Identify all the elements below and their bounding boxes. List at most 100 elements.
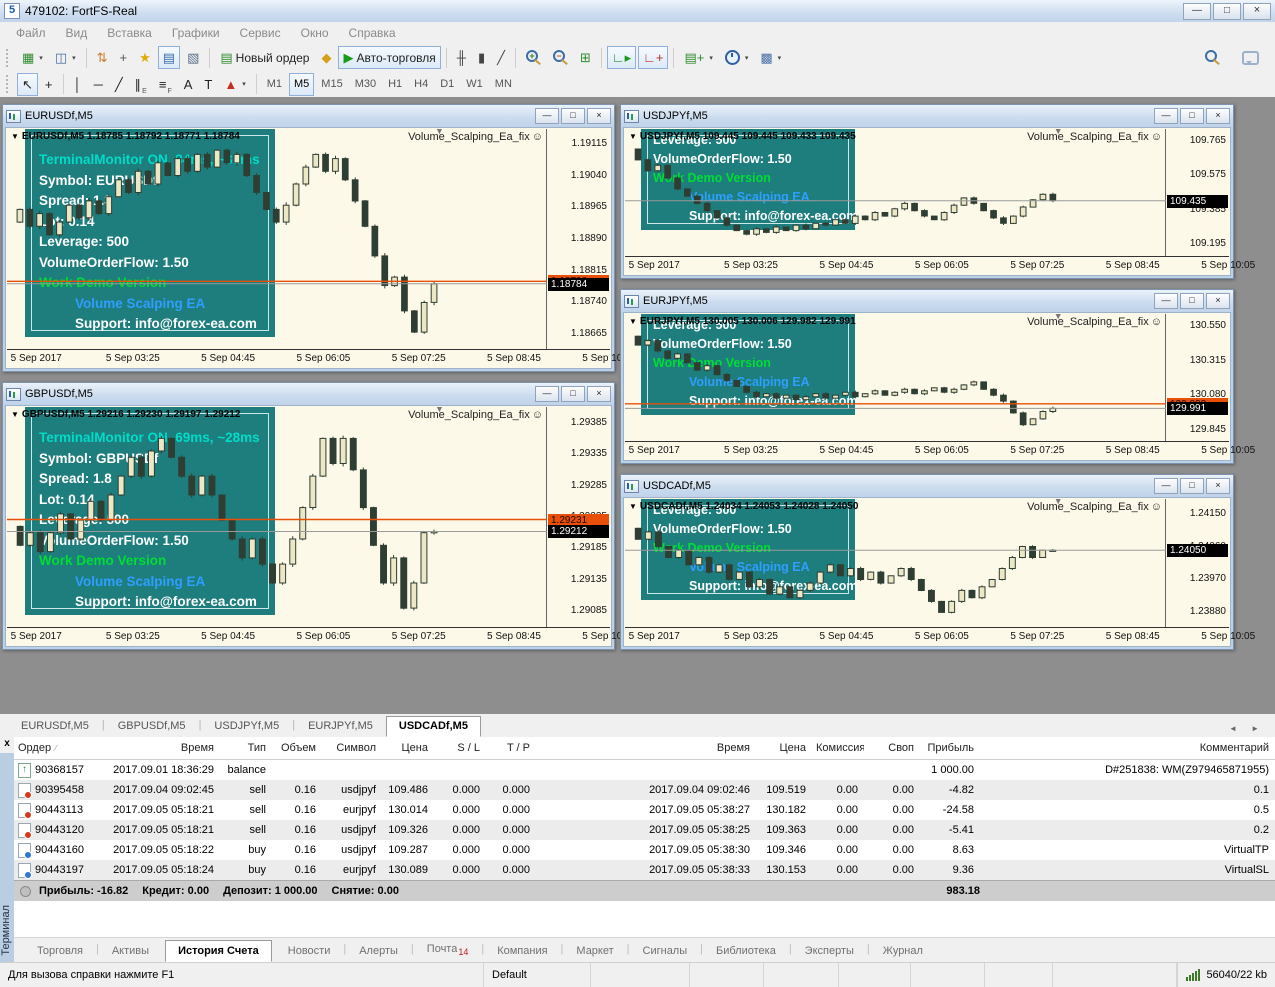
- history-table-row[interactable]: 90443113 2017.09.05 05:18:21 sell 0.16 eurjp…: [14, 800, 1275, 820]
- zoom-out-button[interactable]: −: [548, 46, 573, 69]
- terminal-tab-8[interactable]: Маркет: [563, 940, 626, 962]
- timeframe-D1-button[interactable]: D1: [435, 73, 459, 96]
- terminal-tab-12[interactable]: Журнал: [870, 940, 936, 962]
- history-table-row[interactable]: 90395458 2017.09.04 09:02:45 sell 0.16 usdjp…: [14, 780, 1275, 800]
- time-axis[interactable]: 5 Sep 2017 5 Sep 03:25 5 Sep 04:45 5 Sep 06…: [7, 627, 636, 645]
- chart-tab-USDCADfM5[interactable]: USDCADf,M5: [385, 716, 481, 737]
- templates-button[interactable]: ▩ ▾: [755, 46, 786, 69]
- app-titlebar[interactable]: 5 479102: FortFS-Real — □ ×: [0, 0, 1275, 23]
- column-header-13[interactable]: Комментарий: [980, 737, 1275, 759]
- price-axis[interactable]: 1.241501.240601.239701.238801.24050: [1165, 499, 1229, 627]
- text-label-button[interactable]: T: [199, 73, 217, 96]
- horizontal-line-button[interactable]: ─: [89, 73, 108, 96]
- column-header-5[interactable]: Цена: [382, 737, 434, 759]
- dropdown-arrow-icon[interactable]: ▾: [709, 54, 713, 62]
- autotrading-button[interactable]: ▶ Авто-торговля: [338, 46, 441, 69]
- ea-smiley-icon[interactable]: ☺: [532, 409, 543, 421]
- timeframe-H1-button[interactable]: H1: [383, 73, 407, 96]
- chart-tab-GBPUSDfM5[interactable]: GBPUSDf,M5: [105, 716, 199, 737]
- text-button[interactable]: A: [179, 73, 198, 96]
- time-axis[interactable]: 5 Sep 2017 5 Sep 03:25 5 Sep 04:45 5 Sep 06…: [625, 627, 1255, 645]
- candlestick-mode-button[interactable]: ▮: [473, 46, 490, 69]
- chart-tab-EURUSDfM5[interactable]: EURUSDf,M5: [8, 716, 102, 737]
- chart-plot-area[interactable]: TerminalMonitor ON, 69ms, ~28ms Symbol: G…: [7, 407, 547, 627]
- app-minimize-button[interactable]: —: [1183, 2, 1211, 20]
- toolbar-grip[interactable]: [6, 75, 12, 93]
- menu-Сервис[interactable]: Сервис: [230, 23, 291, 43]
- menu-Файл[interactable]: Файл: [6, 23, 56, 43]
- time-axis[interactable]: 5 Sep 2017 5 Sep 03:25 5 Sep 04:45 5 Sep 06…: [7, 349, 636, 367]
- line-chart-mode-button[interactable]: ╱: [492, 46, 510, 69]
- terminal-button[interactable]: ▤: [157, 46, 181, 69]
- column-header-9[interactable]: Цена: [756, 737, 812, 759]
- column-header-2[interactable]: Тип: [220, 737, 272, 759]
- equidistant-channel-button[interactable]: ∥ E: [130, 73, 152, 96]
- dropdown-arrow-icon[interactable]: ▾: [72, 54, 76, 62]
- chat-button[interactable]: [1237, 46, 1264, 69]
- app-maximize-button[interactable]: □: [1213, 2, 1241, 20]
- timeframe-M30-button[interactable]: M30: [350, 73, 381, 96]
- chart-close-button[interactable]: ×: [587, 386, 611, 402]
- history-table-row[interactable]: 90443197 2017.09.05 05:18:24 buy 0.16 eurjpy…: [14, 860, 1275, 880]
- cursor-button[interactable]: ↖: [17, 72, 38, 96]
- chart-restore-button[interactable]: □: [1180, 108, 1204, 124]
- periods-button[interactable]: ▾: [720, 46, 754, 69]
- column-header-6[interactable]: S / L: [434, 737, 486, 759]
- bar-chart-mode-button[interactable]: ╫: [452, 46, 471, 69]
- ea-smiley-icon[interactable]: ☺: [1151, 501, 1162, 513]
- column-header-7[interactable]: T / P: [486, 737, 536, 759]
- chart-shift-marker[interactable]: ▼: [435, 407, 444, 414]
- zoom-in-button[interactable]: +: [521, 46, 546, 69]
- chart-minimize-button[interactable]: —: [1154, 108, 1178, 124]
- terminal-tab-9[interactable]: Сигналы: [630, 940, 701, 962]
- search-button[interactable]: [1200, 46, 1225, 69]
- chart-window-titlebar[interactable]: USDCADf,M5 — □ ×: [621, 475, 1233, 497]
- chart-window-titlebar[interactable]: EURJPYf,M5 — □ ×: [621, 290, 1233, 312]
- terminal-close-button[interactable]: x: [0, 737, 14, 753]
- chart-tab-EURJPYfM5[interactable]: EURJPYf,M5: [295, 716, 386, 737]
- profiles-button[interactable]: ◫ ▾: [50, 46, 81, 69]
- column-header-1[interactable]: Время: [100, 737, 220, 759]
- terminal-tab-11[interactable]: Эксперты: [792, 940, 867, 962]
- menu-Графики[interactable]: Графики: [162, 23, 230, 43]
- strategy-tester-button[interactable]: ▧: [182, 46, 204, 69]
- dropdown-arrow-icon[interactable]: ▾: [242, 80, 246, 88]
- chart-restore-button[interactable]: □: [1180, 293, 1204, 309]
- chart-close-button[interactable]: ×: [1206, 108, 1230, 124]
- chart-restore-button[interactable]: □: [1180, 478, 1204, 494]
- chart-restore-button[interactable]: □: [561, 108, 585, 124]
- chart-shift-marker[interactable]: ▼: [1054, 314, 1063, 321]
- chart-minimize-button[interactable]: —: [1154, 293, 1178, 309]
- chart-window-titlebar[interactable]: USDJPYf,M5 — □ ×: [621, 105, 1233, 127]
- dropdown-arrow-icon[interactable]: ▾: [778, 54, 782, 62]
- menu-Окно[interactable]: Окно: [291, 23, 339, 43]
- chart-plot-area[interactable]: Leverage: 500 VolumeOrderFlow: 1.50 Work D…: [625, 314, 1166, 441]
- column-header-11[interactable]: Своп: [864, 737, 920, 759]
- indicators-button[interactable]: ▤+ ▾: [679, 46, 717, 69]
- ea-smiley-icon[interactable]: ☺: [1151, 131, 1162, 143]
- history-table-row[interactable]: 90443120 2017.09.05 05:18:21 sell 0.16 usdjp…: [14, 820, 1275, 840]
- menu-Справка[interactable]: Справка: [339, 23, 406, 43]
- chart-restore-button[interactable]: □: [561, 386, 585, 402]
- trendline-button[interactable]: ╱: [110, 73, 128, 96]
- menu-Вид[interactable]: Вид: [56, 23, 98, 43]
- chart-tab-USDJPYfM5[interactable]: USDJPYf,M5: [201, 716, 292, 737]
- arrows-objects-button[interactable]: ▲ ▾: [219, 73, 250, 96]
- chart-window-titlebar[interactable]: EURUSDf,M5 — □ ×: [3, 105, 614, 127]
- terminal-tab-2[interactable]: Активы: [99, 940, 162, 962]
- timeframe-M15-button[interactable]: M15: [316, 73, 347, 96]
- terminal-tab-10[interactable]: Библиотека: [703, 940, 789, 962]
- data-window-button[interactable]: +: [115, 46, 133, 69]
- menu-Вставка[interactable]: Вставка: [97, 23, 162, 43]
- chart-tab-scroll-arrows[interactable]: ◄ ►: [1219, 724, 1275, 737]
- column-header-8[interactable]: Время: [536, 737, 756, 759]
- timeframe-M1-button[interactable]: M1: [262, 73, 287, 96]
- history-table-row[interactable]: ↑ 90368157 2017.09.01 18:36:29 balance 1 000…: [14, 760, 1275, 780]
- time-axis[interactable]: 5 Sep 2017 5 Sep 03:25 5 Sep 04:45 5 Sep 06…: [625, 441, 1255, 459]
- price-axis[interactable]: 1.19115 1.19040 1.18965 1.18890 1.18815 1.187…: [546, 129, 610, 349]
- chart-plot-area[interactable]: Leverage: 500 VolumeOrderFlow: 1.50 Work D…: [625, 129, 1166, 256]
- terminal-tab-6[interactable]: Почта14: [414, 938, 482, 962]
- chart-close-button[interactable]: ×: [1206, 478, 1230, 494]
- timeframe-H4-button[interactable]: H4: [409, 73, 433, 96]
- tile-windows-button[interactable]: ⊞: [575, 46, 596, 69]
